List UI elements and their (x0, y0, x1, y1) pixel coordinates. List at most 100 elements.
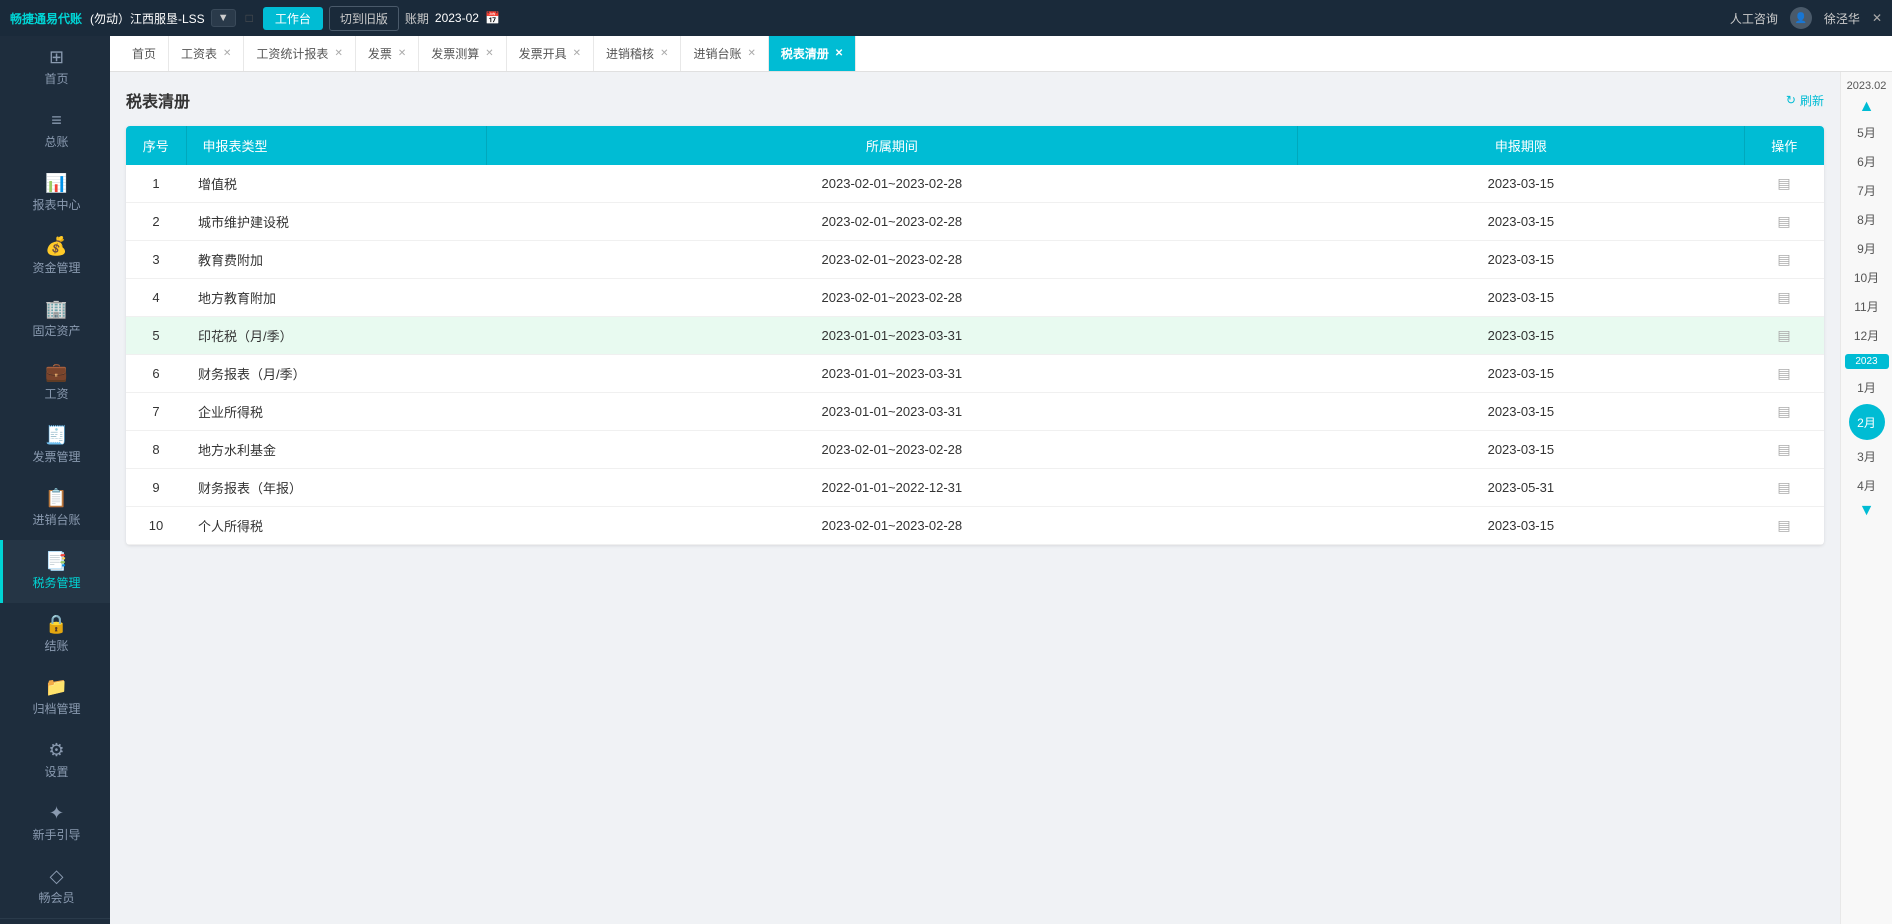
tab-home[interactable]: 首页 (120, 36, 169, 72)
cell-action-3[interactable]: ▤ (1744, 279, 1824, 317)
tab-invoice-close[interactable]: ✕ (398, 48, 406, 59)
sidebar-item-closing[interactable]: 🔒 结账 (0, 603, 110, 666)
cell-action-9[interactable]: ▤ (1744, 507, 1824, 545)
cell-action-5[interactable]: ▤ (1744, 355, 1824, 393)
tab-invoice[interactable]: 发票 ✕ (356, 36, 419, 72)
sidebar-item-member[interactable]: ◇ 畅会员 (0, 855, 110, 918)
user-avatar: 👤 (1790, 7, 1812, 29)
cell-action-1[interactable]: ▤ (1744, 203, 1824, 241)
cal-month-10[interactable]: 10月 (1845, 265, 1889, 290)
cell-action-8[interactable]: ▤ (1744, 469, 1824, 507)
action-icon-5[interactable]: ▤ (1777, 365, 1790, 381)
tab-purchase-check-close[interactable]: ✕ (660, 48, 668, 59)
table-row: 3 教育费附加 2023-02-01~2023-02-28 2023-03-15… (126, 241, 1824, 279)
cal-month-7[interactable]: 7月 (1845, 178, 1889, 203)
tab-purchase-ledger[interactable]: 进销台账 ✕ (681, 36, 768, 72)
close-icon[interactable]: ✕ (1872, 11, 1882, 25)
app-logo: 畅捷通易代账 (10, 10, 82, 27)
sidebar-item-ledger[interactable]: ≡ 总账 (0, 99, 110, 162)
action-icon-2[interactable]: ▤ (1777, 251, 1790, 267)
tab-purchase-check[interactable]: 进销稽核 ✕ (594, 36, 681, 72)
sidebar-item-guide[interactable]: ✦ 新手引导 (0, 792, 110, 855)
sidebar-item-purchase-sales[interactable]: 📋 进销台账 (0, 477, 110, 540)
tab-invoice-calc-close[interactable]: ✕ (485, 48, 493, 59)
table-row: 4 地方教育附加 2023-02-01~2023-02-28 2023-03-1… (126, 279, 1824, 317)
sidebar-item-salary[interactable]: 💼 工资 (0, 351, 110, 414)
cell-action-4[interactable]: ▤ (1744, 317, 1824, 355)
cal-month-jan[interactable]: 1月 (1845, 375, 1889, 400)
tab-purchase-ledger-label: 进销台账 (693, 45, 741, 62)
sidebar-item-fixed-assets[interactable]: 🏢 固定资产 (0, 288, 110, 351)
workbench-button[interactable]: 工作台 (263, 7, 323, 30)
tab-bar: 首页 工资表 ✕ 工资统计报表 ✕ 发票 ✕ 发票测算 ✕ 发票开具 ✕ (110, 36, 1892, 72)
action-icon-4[interactable]: ▤ (1777, 327, 1790, 343)
tab-tax-register-close[interactable]: ✕ (835, 48, 843, 59)
tab-invoice-calc[interactable]: 发票测算 ✕ (419, 36, 506, 72)
refresh-label: 刷新 (1800, 92, 1824, 109)
cell-no-0: 1 (126, 165, 186, 203)
sidebar-item-tax-mgmt[interactable]: 📑 税务管理 (0, 540, 110, 603)
action-icon-9[interactable]: ▤ (1777, 517, 1790, 533)
cal-month-6[interactable]: 6月 (1845, 149, 1889, 174)
cal-month-mar[interactable]: 3月 (1845, 444, 1889, 469)
human-consult[interactable]: 人工咨询 (1730, 10, 1778, 27)
refresh-button[interactable]: ↻ 刷新 (1786, 92, 1824, 109)
switch-old-button[interactable]: 切到旧版 (329, 6, 399, 31)
cell-no-8: 9 (126, 469, 186, 507)
cal-month-apr[interactable]: 4月 (1845, 473, 1889, 498)
tab-invoice-issue[interactable]: 发票开具 ✕ (507, 36, 594, 72)
tab-salary-table-close[interactable]: ✕ (223, 48, 231, 59)
cell-period-3: 2023-02-01~2023-02-28 (486, 279, 1298, 317)
archive-icon: 📁 (45, 678, 67, 696)
cell-deadline-2: 2023-03-15 (1298, 241, 1744, 279)
sidebar: ⊞ 首页 ≡ 总账 📊 报表中心 💰 资金管理 🏢 固定资产 💼 工资 🧾 发票… (0, 36, 110, 924)
cell-deadline-7: 2023-03-15 (1298, 431, 1744, 469)
tab-purchase-ledger-close[interactable]: ✕ (747, 48, 755, 59)
invoice-mgmt-icon: 🧾 (45, 426, 67, 444)
sidebar-label-fixed-assets: 固定资产 (32, 322, 80, 339)
cal-month-feb-active[interactable]: 2月 (1849, 404, 1885, 440)
cancel-fixed-button[interactable]: ⊞ 取消固定 (0, 918, 110, 924)
tab-invoice-calc-label: 发票测算 (431, 45, 479, 62)
user-name: 徐泾华 (1824, 10, 1860, 27)
cell-action-6[interactable]: ▤ (1744, 393, 1824, 431)
tab-invoice-issue-close[interactable]: ✕ (573, 48, 581, 59)
sidebar-item-archive[interactable]: 📁 归档管理 (0, 666, 110, 729)
company-dropdown[interactable]: ▼ (211, 9, 236, 27)
tab-salary-stats-close[interactable]: ✕ (334, 48, 342, 59)
cell-action-0[interactable]: ▤ (1744, 165, 1824, 203)
company-name: (勿动）江西服垦-LSS (90, 10, 205, 27)
cell-action-2[interactable]: ▤ (1744, 241, 1824, 279)
calendar-up-button[interactable]: ▲ (1857, 96, 1877, 118)
main-layout: ⊞ 首页 ≡ 总账 📊 报表中心 💰 资金管理 🏢 固定资产 💼 工资 🧾 发票… (0, 36, 1892, 924)
cal-month-12[interactable]: 12月 (1845, 323, 1889, 348)
tab-salary-table-label: 工资表 (181, 45, 217, 62)
cal-month-11[interactable]: 11月 (1845, 294, 1889, 319)
action-icon-0[interactable]: ▤ (1777, 175, 1790, 191)
cal-month-9[interactable]: 9月 (1845, 236, 1889, 261)
sidebar-item-settings[interactable]: ⚙ 设置 (0, 729, 110, 792)
action-icon-7[interactable]: ▤ (1777, 441, 1790, 457)
sidebar-item-invoice-mgmt[interactable]: 🧾 发票管理 (0, 414, 110, 477)
tab-salary-stats[interactable]: 工资统计报表 ✕ (244, 36, 355, 72)
action-icon-1[interactable]: ▤ (1777, 213, 1790, 229)
sidebar-label-salary: 工资 (44, 385, 68, 402)
cell-period-8: 2022-01-01~2022-12-31 (486, 469, 1298, 507)
sidebar-item-report[interactable]: 📊 报表中心 (0, 162, 110, 225)
cal-month-8[interactable]: 8月 (1845, 207, 1889, 232)
sidebar-item-home[interactable]: ⊞ 首页 (0, 36, 110, 99)
cal-month-5[interactable]: 5月 (1845, 120, 1889, 145)
year-2023-label[interactable]: 2023 (1845, 354, 1889, 369)
tab-salary-table[interactable]: 工资表 ✕ (169, 36, 244, 72)
fixed-assets-icon: 🏢 (45, 300, 67, 318)
action-icon-6[interactable]: ▤ (1777, 403, 1790, 419)
calendar-down-button[interactable]: ▼ (1857, 500, 1877, 522)
tab-tax-register[interactable]: 税表清册 ✕ (769, 36, 856, 72)
cell-action-7[interactable]: ▤ (1744, 431, 1824, 469)
cell-deadline-3: 2023-03-15 (1298, 279, 1744, 317)
cell-period-2: 2023-02-01~2023-02-28 (486, 241, 1298, 279)
sidebar-item-capital[interactable]: 💰 资金管理 (0, 225, 110, 288)
action-icon-3[interactable]: ▤ (1777, 289, 1790, 305)
calendar-icon[interactable]: 📅 (485, 11, 500, 25)
action-icon-8[interactable]: ▤ (1777, 479, 1790, 495)
